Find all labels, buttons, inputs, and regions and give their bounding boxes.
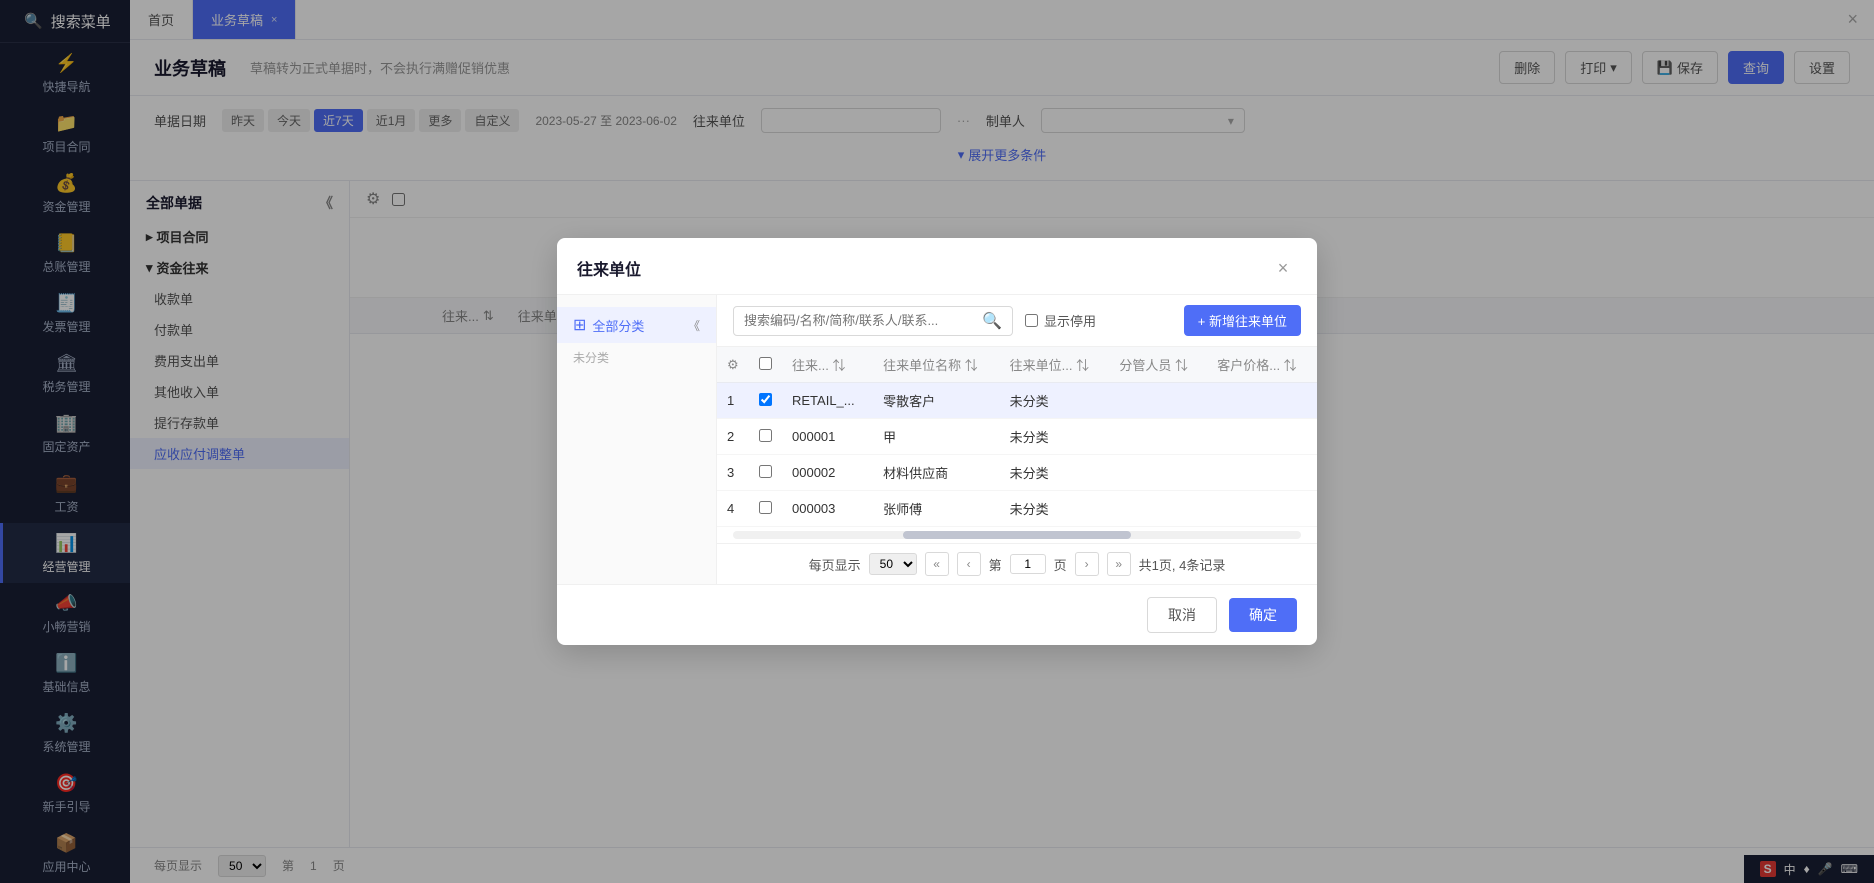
row-checkbox[interactable] [759,501,772,514]
row-name: 零散客户 [873,383,1000,419]
show-disabled-label: 显示停用 [1044,311,1096,330]
modal-overlay[interactable]: 往来单位 × ⊞ 全部分类 《 未分类 🔍 [0,0,1874,883]
cancel-button[interactable]: 取消 [1147,597,1217,633]
dialog-table: ⚙ 往来... ⇅ 往来单位名称 ⇅ 往来单位... ⇅ 分管人员 ⇅ 客户价格… [717,347,1317,527]
dialog-footer: 取消 确定 [557,584,1317,645]
row-name: 甲 [873,419,1000,455]
row-index: 3 [717,455,749,491]
dialog-uncategorized-label: 未分类 [557,343,716,368]
dlg-select-all-checkbox[interactable] [759,357,772,370]
row-code: RETAIL_... [782,383,873,419]
dlg-th-settings: ⚙ [717,347,749,383]
dlg-th-manager[interactable]: 分管人员 ⇅ [1109,347,1207,383]
dialog-body: ⊞ 全部分类 《 未分类 🔍 显示停用 [557,295,1317,584]
new-partner-button[interactable]: + 新增往来单位 [1184,305,1301,336]
row-category: 未分类 [1000,491,1110,527]
dialog-pagination: 每页显示 50 « ‹ 第 页 › » 共1页, 4条记录 [717,543,1317,584]
show-disabled-wrap: 显示停用 [1025,311,1096,330]
grid-icon: ⊞ [573,315,586,335]
row-price [1207,419,1317,455]
dlg-th-code[interactable]: 往来... ⇅ [782,347,873,383]
table-row[interactable]: 4 000003 张师傅 未分类 [717,491,1317,527]
partner-dialog: 往来单位 × ⊞ 全部分类 《 未分类 🔍 [557,238,1317,645]
table-row[interactable]: 2 000001 甲 未分类 [717,419,1317,455]
search-input-wrap: 🔍 [733,306,1013,336]
page-number-input[interactable] [1010,554,1046,574]
dlg-th-checkbox [749,347,782,383]
dialog-category-all[interactable]: ⊞ 全部分类 《 [557,307,716,343]
row-code: 000003 [782,491,873,527]
row-manager [1109,455,1207,491]
dialog-sidebar: ⊞ 全部分类 《 未分类 [557,295,717,584]
dialog-content: 🔍 显示停用 + 新增往来单位 ⚙ [717,295,1317,584]
total-info: 共1页, 4条记录 [1139,555,1226,574]
dlg-th-price[interactable]: 客户价格... ⇅ [1207,347,1317,383]
search-icon: 🔍 [982,311,1002,331]
row-category: 未分类 [1000,419,1110,455]
row-code: 000002 [782,455,873,491]
dialog-title: 往来单位 [577,256,641,280]
row-price [1207,383,1317,419]
page-label-pre: 第 [989,555,1002,574]
per-page-select[interactable]: 50 [869,553,917,575]
row-manager [1109,419,1207,455]
first-page-btn[interactable]: « [925,552,949,576]
page-label: 页 [1054,555,1067,574]
row-name: 张师傅 [873,491,1000,527]
confirm-button[interactable]: 确定 [1229,598,1297,632]
row-manager [1109,491,1207,527]
row-price [1207,491,1317,527]
dlg-th-name[interactable]: 往来单位名称 ⇅ [873,347,1000,383]
dialog-close-button[interactable]: × [1269,254,1297,282]
row-category: 未分类 [1000,455,1110,491]
dialog-sidebar-collapse[interactable]: 《 [688,317,700,334]
row-code: 000001 [782,419,873,455]
row-index: 4 [717,491,749,527]
table-row[interactable]: 1 RETAIL_... 零散客户 未分类 [717,383,1317,419]
row-category: 未分类 [1000,383,1110,419]
dialog-table-head: ⚙ 往来... ⇅ 往来单位名称 ⇅ 往来单位... ⇅ 分管人员 ⇅ 客户价格… [717,347,1317,383]
row-index: 1 [717,383,749,419]
show-disabled-checkbox[interactable] [1025,314,1038,327]
row-checkbox[interactable] [759,429,772,442]
row-name: 材料供应商 [873,455,1000,491]
table-row[interactable]: 3 000002 材料供应商 未分类 [717,455,1317,491]
scrollbar-thumb[interactable] [903,531,1130,539]
dialog-scrollbar[interactable] [733,531,1301,539]
row-checkbox[interactable] [759,393,772,406]
next-page-btn[interactable]: › [1075,552,1099,576]
last-page-btn[interactable]: » [1107,552,1131,576]
prev-page-btn[interactable]: ‹ [957,552,981,576]
row-checkbox[interactable] [759,465,772,478]
row-index: 2 [717,419,749,455]
row-manager [1109,383,1207,419]
per-page-label: 每页显示 [809,555,861,574]
partner-search-input[interactable] [744,313,982,328]
dialog-search-bar: 🔍 显示停用 + 新增往来单位 [717,295,1317,347]
dialog-header: 往来单位 × [557,238,1317,295]
row-price [1207,455,1317,491]
dlg-th-category[interactable]: 往来单位... ⇅ [1000,347,1110,383]
